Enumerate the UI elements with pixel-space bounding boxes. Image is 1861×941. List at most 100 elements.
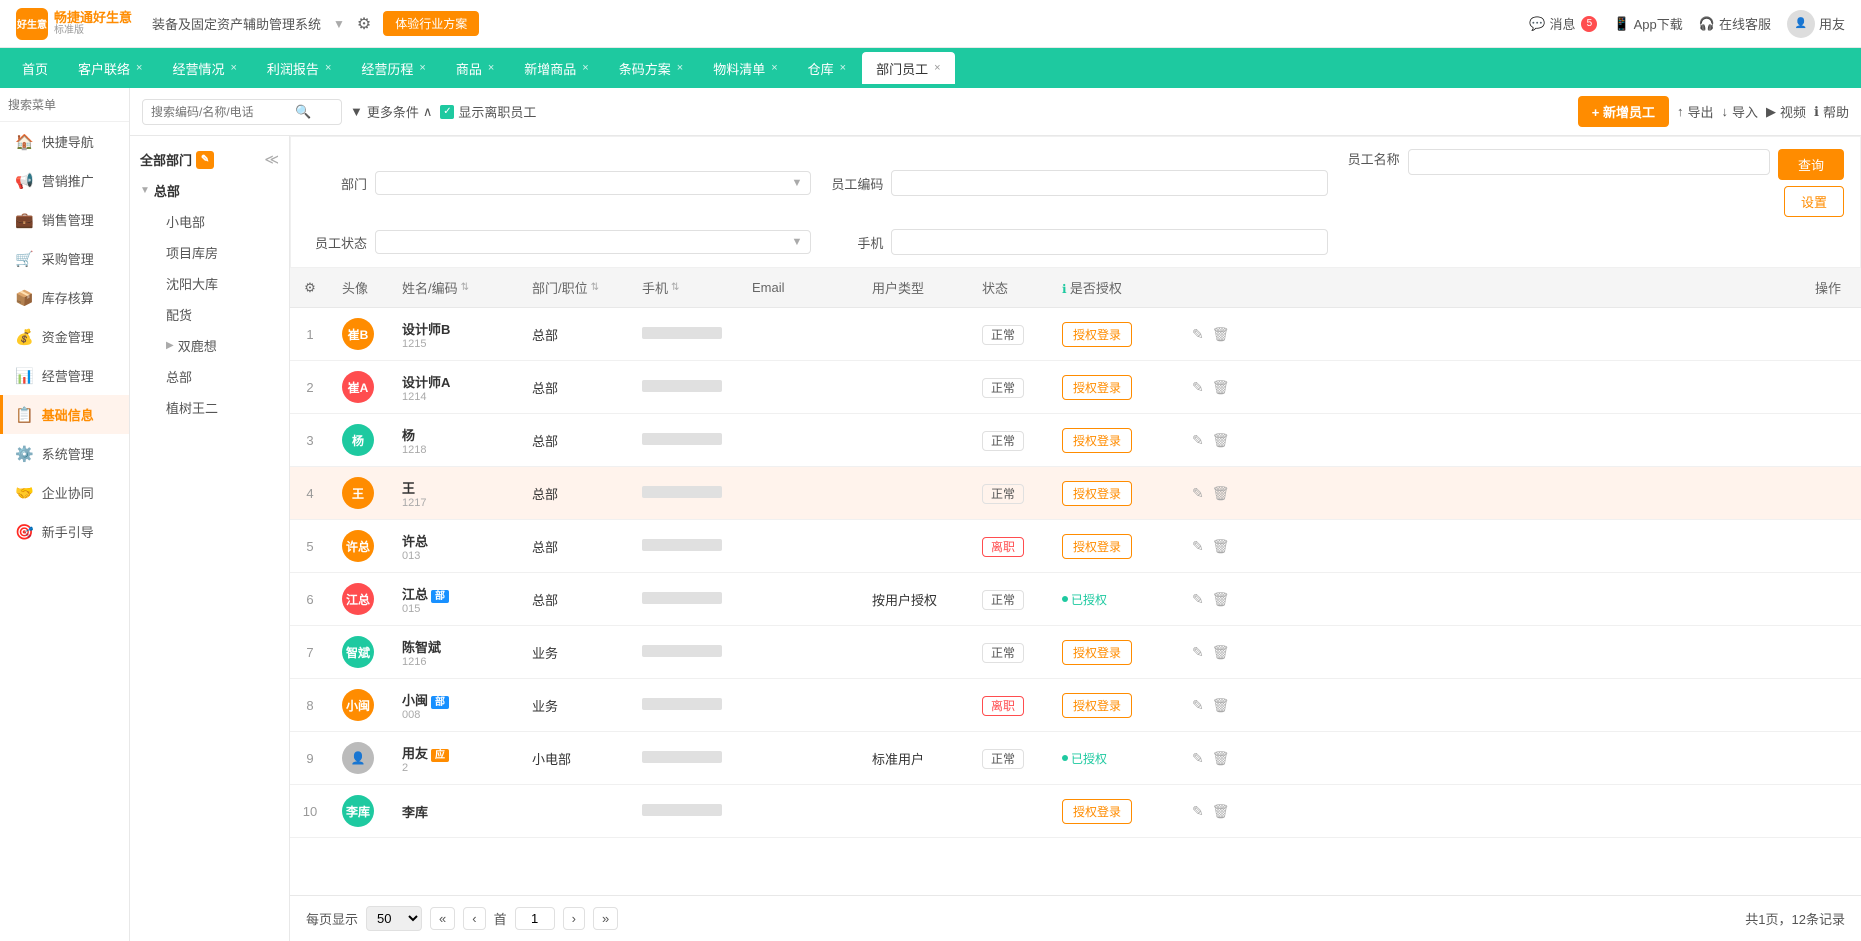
dept-item-xiaodian[interactable]: 小电部 [146,206,289,237]
sidebar-item-guide[interactable]: 🎯 新手引导 [0,512,129,551]
dept-item-peihuo[interactable]: 配货 [146,299,289,330]
edit-icon[interactable]: ✎ [1192,803,1204,820]
sidebar-item-purchase[interactable]: 🛒 采购管理 [0,239,129,278]
dept-item-shenyang[interactable]: 沈阳大库 [146,268,289,299]
th-phone[interactable]: 手机 ⇅ [630,268,740,308]
sidebar-item-marketing[interactable]: 📢 营销推广 [0,161,129,200]
close-icon[interactable]: × [840,62,846,74]
delete-icon[interactable]: 🗑 [1212,485,1230,502]
close-icon[interactable]: × [230,62,236,74]
delete-icon[interactable]: 🗑 [1212,379,1230,396]
th-dept[interactable]: 部门/职位 ⇅ [520,268,630,308]
emp-code-input[interactable] [891,170,1327,196]
settings-icon[interactable]: ⚙ [304,280,316,295]
sidebar-item-sales[interactable]: 💼 销售管理 [0,200,129,239]
auth-login-button[interactable]: 授权登录 [1062,481,1132,506]
tab-bom[interactable]: 物料清单 × [699,52,791,84]
delete-icon[interactable]: 🗑 [1212,644,1230,661]
message-action[interactable]: 💬 消息 5 [1529,14,1597,33]
auth-login-button[interactable]: 授权登录 [1062,534,1132,559]
page-number-input[interactable] [515,907,555,930]
emp-status-select[interactable]: ▼ [375,230,811,254]
tab-customer[interactable]: 客户联络 × [64,52,156,84]
user-action[interactable]: 👤 用友 [1787,10,1845,38]
collapse-button[interactable]: ≪ [264,151,279,168]
more-filter-btn[interactable]: ▼ 更多条件 ∧ [350,102,432,121]
edit-icon[interactable]: ✎ [1192,644,1204,661]
tab-history[interactable]: 经营历程 × [347,52,439,84]
search-box[interactable]: 🔍 [142,99,342,125]
help-button[interactable]: ℹ 帮助 [1814,102,1849,121]
dept-item-shuanglv[interactable]: ▶ 双鹿想 [146,330,289,361]
page-size-select[interactable]: 50 20 100 [366,906,422,931]
auth-login-button[interactable]: 授权登录 [1062,693,1132,718]
edit-icon[interactable]: ✎ [1192,591,1204,608]
close-icon[interactable]: × [582,62,588,74]
sidebar-item-system[interactable]: ⚙️ 系统管理 [0,434,129,473]
tab-home[interactable]: 首页 [8,52,62,84]
tab-warehouse[interactable]: 仓库 × [794,52,860,84]
delete-icon[interactable]: 🗑 [1212,697,1230,714]
delete-icon[interactable]: 🗑 [1212,591,1230,608]
dept-item-zhishu[interactable]: 植树王二 [146,392,289,423]
close-icon[interactable]: × [488,62,494,74]
emp-name-input[interactable] [1408,149,1770,175]
auth-login-button[interactable]: 授权登录 [1062,640,1132,665]
auth-login-button[interactable]: 授权登录 [1062,428,1132,453]
close-icon[interactable]: × [136,62,142,74]
sidebar-item-basic[interactable]: 📋 基础信息 [0,395,129,434]
gear-button[interactable]: ⚙ [357,14,371,34]
sidebar-item-nav[interactable]: 🏠 快捷导航 [0,122,129,161]
search-input[interactable] [151,105,291,119]
reset-button[interactable]: 设置 [1784,186,1844,217]
experience-button[interactable]: 体验行业方案 [383,11,479,36]
next-page-button[interactable]: › [563,907,585,930]
sidebar-search-input[interactable] [8,98,130,112]
edit-icon[interactable]: ✎ [1192,379,1204,396]
delete-icon[interactable]: 🗑 [1212,538,1230,555]
tab-business[interactable]: 经营情况 × [158,52,250,84]
edit-icon[interactable]: ✎ [1192,432,1204,449]
sidebar-search[interactable]: 🔍 [0,88,129,122]
th-name[interactable]: 姓名/编码 ⇅ [390,268,520,308]
auth-login-button[interactable]: 授权登录 [1062,799,1132,824]
tab-goods[interactable]: 商品 × [442,52,508,84]
close-icon[interactable]: × [771,62,777,74]
sidebar-item-collab[interactable]: 🤝 企业协同 [0,473,129,512]
phone-input[interactable] [891,229,1327,255]
search-button[interactable]: 查询 [1778,149,1844,180]
dept-item-zongbu[interactable]: 总部 [146,361,289,392]
close-icon[interactable]: × [419,62,425,74]
edit-icon[interactable]: ✎ [1192,750,1204,767]
close-icon[interactable]: × [677,62,683,74]
edit-icon[interactable]: ✎ [1192,485,1204,502]
tab-barcode[interactable]: 条码方案 × [605,52,697,84]
delete-icon[interactable]: 🗑 [1212,432,1230,449]
add-employee-button[interactable]: + 新增员工 [1578,96,1669,127]
first-page-button[interactable]: « [430,907,455,930]
app-download-action[interactable]: 📱 App下载 [1613,14,1682,33]
online-service-action[interactable]: 🎧 在线客服 [1699,14,1771,33]
edit-icon[interactable]: ✎ [1192,538,1204,555]
close-icon[interactable]: × [325,62,331,74]
show-resigned-toggle[interactable]: ✓ 显示离职员工 [440,102,536,121]
auth-login-button[interactable]: 授权登录 [1062,322,1132,347]
sidebar-item-finance[interactable]: 💰 资金管理 [0,317,129,356]
edit-icon[interactable]: ✎ [1192,697,1204,714]
tab-add-goods[interactable]: 新增商品 × [510,52,602,84]
sidebar-item-inventory[interactable]: 📦 库存核算 [0,278,129,317]
prev-page-button[interactable]: ‹ [463,907,485,930]
export-button[interactable]: ↑ 导出 [1677,102,1714,121]
dept-select[interactable]: ▼ [375,171,811,195]
all-depts-btn[interactable]: 全部部门 ✎ [140,150,214,169]
delete-icon[interactable]: 🗑 [1212,803,1230,820]
last-page-button[interactable]: » [593,907,618,930]
dept-group-root[interactable]: ▼ 总部 [130,175,289,206]
tab-department[interactable]: 部门员工 × [862,52,954,84]
tab-profit[interactable]: 利润报告 × [253,52,345,84]
dept-item-project[interactable]: 项目库房 [146,237,289,268]
edit-icon[interactable]: ✎ [196,151,214,169]
edit-icon[interactable]: ✎ [1192,326,1204,343]
delete-icon[interactable]: 🗑 [1212,326,1230,343]
import-button[interactable]: ↓ 导入 [1722,102,1759,121]
